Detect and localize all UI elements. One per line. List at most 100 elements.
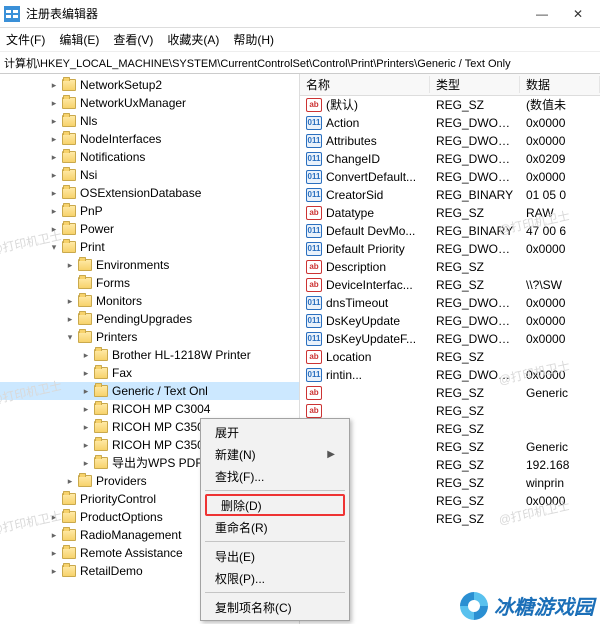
ctx-copy-key-name[interactable]: 复制项名称(C) — [201, 596, 349, 618]
tree-item[interactable]: ▸NodeInterfaces — [0, 130, 299, 148]
value-type: REG_SZ — [430, 204, 520, 222]
tree-item[interactable]: ▸Power — [0, 220, 299, 238]
tree-item-label: PriorityControl — [80, 490, 156, 508]
value-name: DsKeyUpdate — [326, 312, 400, 330]
expander-closed-icon[interactable]: ▸ — [48, 115, 60, 127]
tree-item[interactable]: ▸Monitors — [0, 292, 299, 310]
value-row[interactable]: abDescriptionREG_SZ — [300, 258, 600, 276]
expander-closed-icon[interactable]: ▸ — [48, 151, 60, 163]
menu-favorites[interactable]: 收藏夹(A) — [167, 31, 219, 48]
menu-help[interactable]: 帮助(H) — [233, 31, 274, 48]
expander-closed-icon[interactable]: ▸ — [48, 205, 60, 217]
tree-item[interactable]: Forms — [0, 274, 299, 292]
value-row[interactable]: 011ActionREG_DWORD0x0000 — [300, 114, 600, 132]
value-data: 0x0000 — [520, 330, 600, 348]
value-row[interactable]: ab(默认)REG_SZ(数值未 — [300, 96, 600, 114]
expander-closed-icon[interactable]: ▸ — [80, 349, 92, 361]
value-type: REG_SZ — [430, 420, 520, 438]
value-row[interactable]: 011ConvertDefault...REG_DWORD0x0000 — [300, 168, 600, 186]
value-row[interactable]: 011AttributesREG_DWORD0x0000 — [300, 132, 600, 150]
tree-item[interactable]: ▸Generic / Text Onl — [0, 382, 299, 400]
col-type[interactable]: 类型 — [430, 76, 520, 93]
value-name: Datatype — [326, 204, 374, 222]
expander-closed-icon[interactable]: ▸ — [48, 79, 60, 91]
ctx-permissions[interactable]: 权限(P)... — [201, 567, 349, 589]
tree-item[interactable]: ▾ Printers — [0, 328, 299, 346]
tree-item-label: Nls — [80, 112, 97, 130]
menu-view[interactable]: 查看(V) — [113, 31, 153, 48]
ctx-new[interactable]: 新建(N)▶ — [201, 443, 349, 465]
value-row[interactable]: 011CreatorSidREG_BINARY01 05 0 — [300, 186, 600, 204]
expander-closed-icon[interactable]: ▸ — [48, 565, 60, 577]
value-row[interactable]: 011Default DevMo...REG_BINARY47 00 6 — [300, 222, 600, 240]
value-row[interactable]: 011dnsTimeoutREG_DWORD0x0000 — [300, 294, 600, 312]
folder-icon — [62, 133, 76, 145]
brand-overlay: 冰糖游戏园 — [460, 591, 594, 620]
tree-item[interactable]: ▸PendingUpgrades — [0, 310, 299, 328]
ctx-delete[interactable]: 删除(D) — [205, 494, 345, 516]
folder-icon — [62, 565, 76, 577]
col-data[interactable]: 数据 — [520, 76, 600, 93]
tree-item[interactable]: ▸PnP — [0, 202, 299, 220]
expander-closed-icon[interactable]: ▸ — [64, 295, 76, 307]
close-button[interactable]: ✕ — [560, 3, 596, 25]
tree-item[interactable]: ▸ NetworkUxManager — [0, 94, 299, 112]
ctx-find[interactable]: 查找(F)... — [201, 465, 349, 487]
expander-closed-icon[interactable]: ▸ — [48, 133, 60, 145]
expander-closed-icon[interactable]: ▸ — [80, 385, 92, 397]
value-row[interactable]: 011Default PriorityREG_DWORD0x0000 — [300, 240, 600, 258]
folder-icon — [62, 241, 76, 253]
expander-closed-icon[interactable]: ▸ — [64, 313, 76, 325]
tree-item[interactable]: ▸Nsi — [0, 166, 299, 184]
tree-item[interactable]: ▸ Environments — [0, 256, 299, 274]
value-row[interactable]: 011rintin...REG_DWORD0x0000 — [300, 366, 600, 384]
expander-closed-icon[interactable]: ▸ — [48, 547, 60, 559]
expander-closed-icon[interactable]: ▸ — [80, 457, 92, 469]
tree-item[interactable]: ▸RICOH MP C3004 — [0, 400, 299, 418]
expander-closed-icon[interactable]: ▸ — [80, 421, 92, 433]
value-type: REG_SZ — [430, 402, 520, 420]
expander-closed-icon[interactable]: ▸ — [48, 511, 60, 523]
tree-item[interactable]: ▸Brother HL-1218W Printer — [0, 346, 299, 364]
value-name: Default Priority — [326, 240, 405, 258]
tree-item-label: Providers — [96, 472, 147, 490]
expander-closed-icon[interactable]: ▸ — [48, 187, 60, 199]
col-name[interactable]: 名称 — [300, 76, 430, 93]
minimize-button[interactable]: — — [524, 3, 560, 25]
tree-item[interactable]: ▸OSExtensionDatabase — [0, 184, 299, 202]
tree-item-label: Printers — [96, 328, 137, 346]
value-row[interactable]: abREG_SZGeneric — [300, 384, 600, 402]
expander-closed-icon[interactable]: ▸ — [64, 475, 76, 487]
menu-file[interactable]: 文件(F) — [6, 31, 45, 48]
expander-closed-icon[interactable]: ▸ — [48, 97, 60, 109]
value-row[interactable]: abDatatypeREG_SZRAW — [300, 204, 600, 222]
ctx-export[interactable]: 导出(E) — [201, 545, 349, 567]
tree-item[interactable]: ▾Print — [0, 238, 299, 256]
menu-edit[interactable]: 编辑(E) — [59, 31, 99, 48]
folder-icon — [94, 385, 108, 397]
expander-open-icon[interactable]: ▾ — [64, 331, 76, 343]
expander-closed-icon[interactable]: ▸ — [48, 529, 60, 541]
expander-closed-icon[interactable]: ▸ — [48, 169, 60, 181]
value-data: 0x0209 — [520, 150, 600, 168]
value-row[interactable]: 011ChangeIDREG_DWORD0x0209 — [300, 150, 600, 168]
tree-item[interactable]: ▸Fax — [0, 364, 299, 382]
expander-closed-icon[interactable]: ▸ — [64, 259, 76, 271]
address-bar[interactable]: 计算机\HKEY_LOCAL_MACHINE\SYSTEM\CurrentCon… — [0, 52, 600, 74]
tree-item[interactable]: ▸Notifications — [0, 148, 299, 166]
value-row[interactable]: abLocationREG_SZ — [300, 348, 600, 366]
expander-open-icon[interactable]: ▾ — [48, 241, 60, 253]
tree-item[interactable]: ▸NetworkSetup2 — [0, 76, 299, 94]
value-row[interactable]: abDeviceInterfac...REG_SZ\\?\SW — [300, 276, 600, 294]
expander-closed-icon[interactable]: ▸ — [48, 223, 60, 235]
value-row[interactable]: 011DsKeyUpdateF...REG_DWORD0x0000 — [300, 330, 600, 348]
tree-item[interactable]: ▸ Nls — [0, 112, 299, 130]
tree-item-label: Environments — [96, 256, 169, 274]
expander-closed-icon[interactable]: ▸ — [80, 367, 92, 379]
expander-closed-icon[interactable]: ▸ — [80, 403, 92, 415]
tree-item-label: NetworkUxManager — [80, 94, 186, 112]
expander-closed-icon[interactable]: ▸ — [80, 439, 92, 451]
ctx-expand[interactable]: 展开 — [201, 421, 349, 443]
value-row[interactable]: 011DsKeyUpdateREG_DWORD0x0000 — [300, 312, 600, 330]
ctx-rename[interactable]: 重命名(R) — [201, 516, 349, 538]
